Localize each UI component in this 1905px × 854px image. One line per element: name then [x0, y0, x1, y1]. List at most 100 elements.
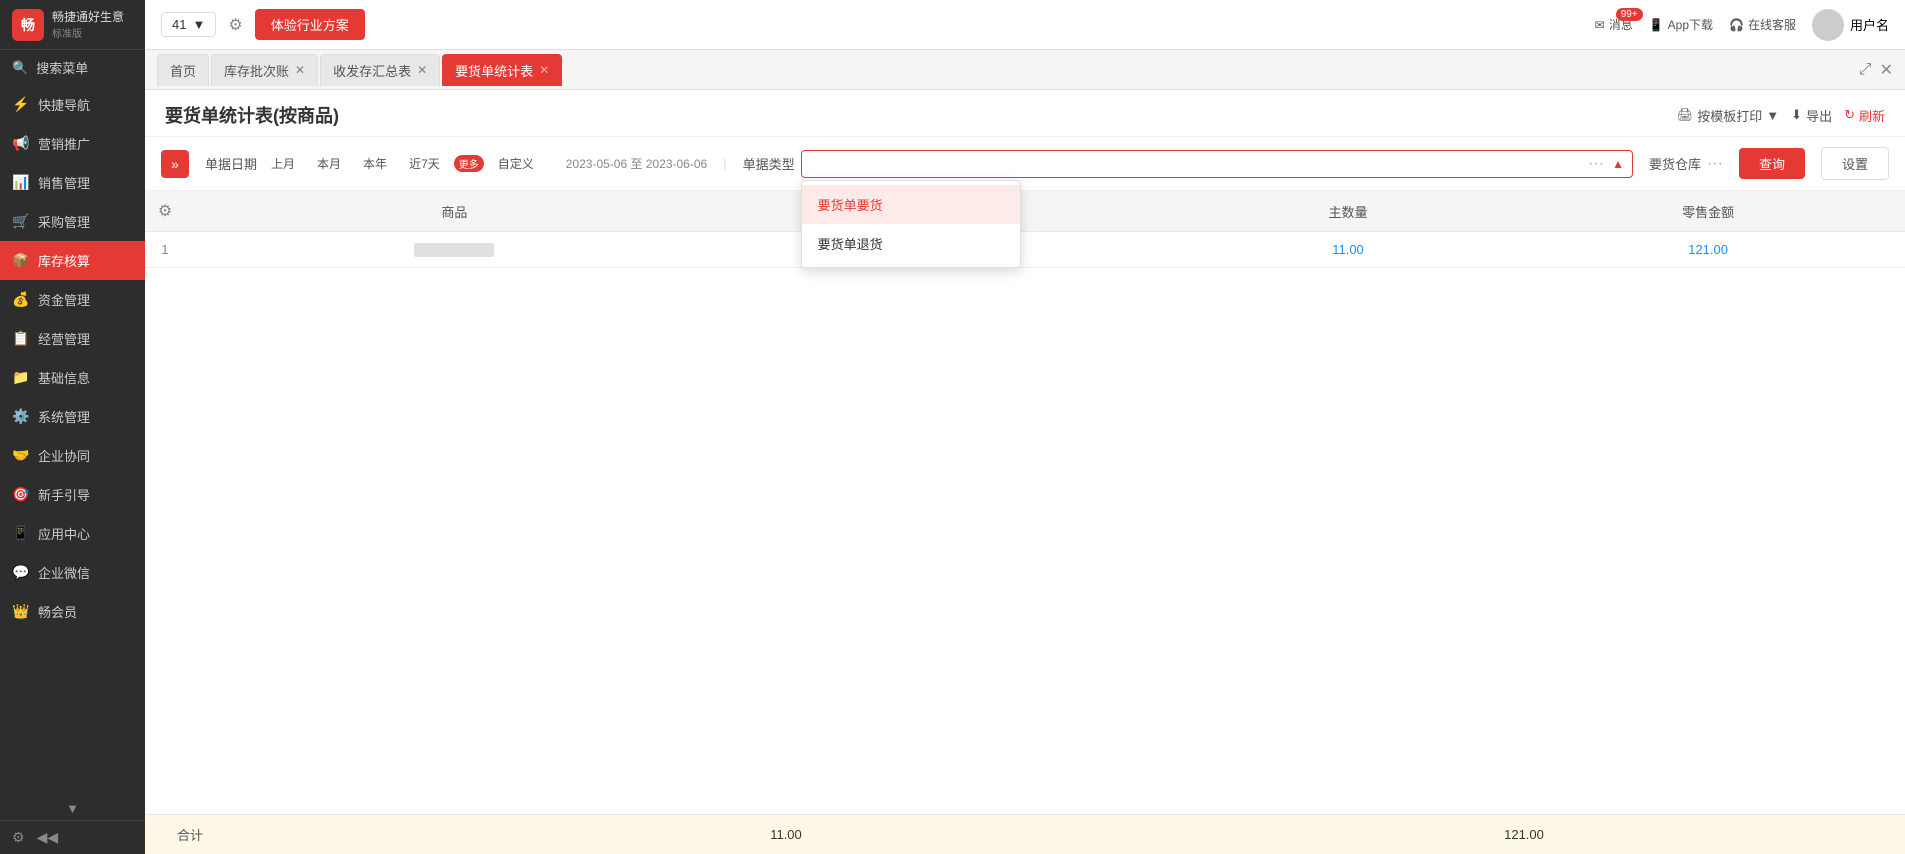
sidebar-item-finance[interactable]: 💰 资金管理 — [0, 280, 145, 319]
print-btn[interactable]: 🖨 按模板打印 ▼ — [1677, 106, 1779, 125]
topbar-right: ✉ 消息 99+ 📱 App下载 🎧 在线客服 用户名 — [1595, 9, 1889, 41]
dots-icon: ··· — [1588, 155, 1604, 173]
tab-order-stats[interactable]: 要货单统计表 ✕ — [442, 54, 562, 86]
refresh-icon: ↻ — [1844, 107, 1855, 123]
sidebar-item-quick-nav[interactable]: ⚡ 快捷导航 — [0, 85, 145, 124]
export-label: 导出 — [1806, 106, 1832, 125]
tab-receipt-label: 收发存汇总表 — [333, 61, 411, 80]
sidebar-item-label: 系统管理 — [38, 407, 90, 426]
sidebar-item-label: 经营管理 — [38, 329, 90, 348]
search-label: 搜索菜单 — [36, 58, 88, 77]
query-btn[interactable]: 查询 — [1739, 148, 1805, 179]
tab-batch-close[interactable]: ✕ — [295, 63, 305, 77]
sidebar-item-label: 畅会员 — [38, 602, 77, 621]
sidebar-item-system[interactable]: ⚙️ 系统管理 — [0, 397, 145, 436]
topbar-left: 41 ▼ ⚙ 体验行业方案 — [161, 9, 365, 40]
footer-amount: 121.00 — [1155, 827, 1893, 842]
date-btn-this-year[interactable]: 本年 — [355, 152, 395, 175]
tab-order-close[interactable]: ✕ — [539, 63, 549, 77]
app-download-btn[interactable]: 📱 App下载 — [1649, 16, 1713, 33]
cooperation-icon: 🤝 — [12, 447, 30, 465]
operation-icon: 📋 — [12, 330, 30, 348]
avatar — [1812, 9, 1844, 41]
export-icon: ⬇ — [1791, 107, 1802, 123]
footer-collapse-icon[interactable]: ◀◀ — [37, 829, 59, 846]
service-btn[interactable]: 🎧 在线客服 — [1729, 16, 1796, 33]
sales-icon: 📊 — [12, 174, 30, 192]
sidebar-item-guide[interactable]: 🎯 新手引导 — [0, 475, 145, 514]
dropdown-item-order-goods[interactable]: 要货单要货 — [802, 185, 1020, 224]
message-icon: ✉ — [1595, 18, 1605, 32]
phone-icon: 📱 — [1649, 18, 1664, 32]
date-btn-custom[interactable]: 自定义 — [490, 152, 542, 175]
sidebar-item-operation[interactable]: 📋 经营管理 — [0, 319, 145, 358]
export-btn[interactable]: ⬇ 导出 — [1791, 106, 1832, 125]
date-filter-label: 单据日期 — [205, 154, 257, 173]
chevron-down-icon: ▼ — [192, 17, 205, 32]
company-selector[interactable]: 41 ▼ — [161, 12, 216, 37]
type-dropdown-trigger[interactable]: ··· ▲ — [801, 150, 1633, 178]
date-btn-last-month[interactable]: 上月 — [263, 152, 303, 175]
date-filter-group: 单据日期 上月 本月 本年 近7天 更多 自定义 — [205, 152, 542, 175]
tab-receipt-close[interactable]: ✕ — [417, 63, 427, 77]
tabs-actions: ⤢ ✕ — [1859, 60, 1893, 80]
sidebar-item-cooperation[interactable]: 🤝 企业协同 — [0, 436, 145, 475]
tab-batch-account[interactable]: 库存批次账 ✕ — [211, 54, 318, 86]
row-amount[interactable]: 121.00 — [1511, 232, 1905, 268]
footer-values: 11.00 121.00 — [357, 827, 1893, 842]
row-quantity[interactable]: 11.00 — [1185, 232, 1511, 268]
sidebar-item-purchase[interactable]: 🛒 采购管理 — [0, 202, 145, 241]
sidebar: 畅 畅捷通好生意 标准版 🔍 搜索菜单 ⚡ 快捷导航 📢 营销推广 📊 销售管理 — [0, 0, 145, 854]
trial-btn[interactable]: 体验行业方案 — [255, 9, 365, 40]
sidebar-item-marketing[interactable]: 📢 营销推广 — [0, 124, 145, 163]
tab-receipt-summary[interactable]: 收发存汇总表 ✕ — [320, 54, 440, 86]
sidebar-item-member[interactable]: 👑 畅会员 — [0, 592, 145, 631]
topbar-gear-icon[interactable]: ⚙ — [228, 15, 242, 35]
sidebar-item-wechat[interactable]: 💬 企业微信 — [0, 553, 145, 592]
tab-batch-label: 库存批次账 — [224, 61, 289, 80]
sidebar-item-label: 企业协同 — [38, 446, 90, 465]
settings-btn[interactable]: 设置 — [1821, 147, 1889, 180]
tab-expand-icon[interactable]: ⤢ — [1859, 61, 1872, 79]
sidebar-item-label: 企业微信 — [38, 563, 90, 582]
table-row: 1 块 11.00 121.00 — [145, 232, 1905, 268]
sidebar-search[interactable]: 🔍 搜索菜单 — [0, 50, 145, 85]
footer-settings-icon[interactable]: ⚙ — [12, 829, 25, 846]
tab-home[interactable]: 首页 — [157, 54, 209, 86]
sidebar-footer: ⚙ ◀◀ — [0, 820, 145, 854]
print-label: 按模板打印 — [1697, 106, 1762, 125]
sidebar-item-basic-info[interactable]: 📁 基础信息 — [0, 358, 145, 397]
refresh-label: 刷新 — [1859, 106, 1885, 125]
type-filter-label: 单据类型 — [743, 154, 795, 173]
main-content: 41 ▼ ⚙ 体验行业方案 ✉ 消息 99+ 📱 App下载 🎧 在 — [145, 0, 1905, 854]
user-menu[interactable]: 用户名 — [1812, 9, 1889, 41]
app-center-icon: 📱 — [12, 525, 30, 543]
message-btn[interactable]: ✉ 消息 99+ — [1595, 16, 1633, 33]
sidebar-item-app-center[interactable]: 📱 应用中心 — [0, 514, 145, 553]
search-icon: 🔍 — [12, 60, 28, 76]
col-quantity: 主数量 — [1185, 191, 1511, 232]
filter-expand-btn[interactable]: » — [161, 150, 189, 178]
logo-icon: 畅 — [12, 9, 44, 41]
refresh-btn[interactable]: ↻ 刷新 — [1844, 106, 1885, 125]
basic-info-icon: 📁 — [12, 369, 30, 387]
tab-home-label: 首页 — [170, 61, 196, 80]
sidebar-item-inventory[interactable]: 📦 库存核算 — [0, 241, 145, 280]
date-range-display: 2023-05-06 至 2023-06-06 — [566, 155, 707, 172]
data-table: ⚙ 商品 主计量单位 主数量 零售金额 1 — [145, 191, 1905, 268]
dropdown-item-order-return[interactable]: 要货单退货 — [802, 224, 1020, 263]
chevron-up-icon[interactable]: ▲ — [1612, 157, 1624, 171]
table-container: ⚙ 商品 主计量单位 主数量 零售金额 1 — [145, 191, 1905, 814]
date-more-badge[interactable]: 更多 — [454, 155, 484, 172]
tab-close-all-icon[interactable]: ✕ — [1880, 60, 1893, 80]
page-content: 要货单统计表(按商品) 🖨 按模板打印 ▼ ⬇ 导出 ↻ — [145, 90, 1905, 854]
headset-icon: 🎧 — [1729, 18, 1744, 32]
sidebar-item-sales[interactable]: 📊 销售管理 — [0, 163, 145, 202]
sidebar-scroll-down[interactable]: ▼ — [0, 796, 145, 820]
date-btn-7days[interactable]: 近7天 — [401, 152, 448, 175]
message-count: 99+ — [1616, 8, 1643, 21]
table-gear-icon[interactable]: ⚙ — [158, 203, 172, 220]
tabs-bar: 首页 库存批次账 ✕ 收发存汇总表 ✕ 要货单统计表 ✕ ⤢ ✕ — [145, 50, 1905, 90]
date-btn-this-month[interactable]: 本月 — [309, 152, 349, 175]
col-product: 商品 — [185, 191, 724, 232]
